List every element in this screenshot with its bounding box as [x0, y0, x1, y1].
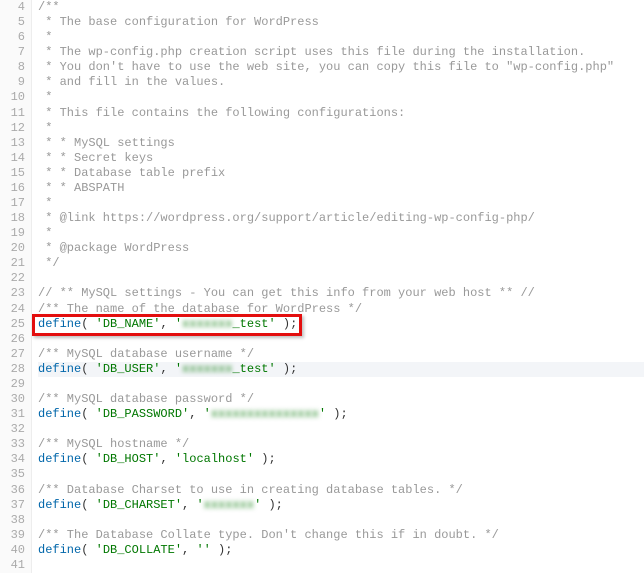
line-number: 21: [0, 256, 31, 271]
blank-line: [38, 467, 644, 482]
define-db-charset: define( 'DB_CHARSET', 'xxxxxxx' );: [38, 498, 644, 513]
line-number: 6: [0, 30, 31, 45]
line-number: 11: [0, 106, 31, 121]
line-number: 13: [0, 136, 31, 151]
line-number: 12: [0, 121, 31, 136]
comment: /**: [38, 0, 60, 14]
comment: * The wp-config.php creation script uses…: [38, 45, 585, 59]
define-db-password: define( 'DB_PASSWORD', 'xxxxxxxxxxxxxxx'…: [38, 407, 644, 422]
comment: * and fill in the values.: [38, 75, 225, 89]
blank-line: [38, 377, 644, 392]
line-number: 33: [0, 437, 31, 452]
comment: * @link https://wordpress.org/support/ar…: [38, 211, 535, 225]
comment: // ** MySQL settings - You can get this …: [38, 286, 535, 300]
line-number: 7: [0, 45, 31, 60]
comment: * * Database table prefix: [38, 166, 225, 180]
comment: /** The name of the database for WordPre…: [38, 302, 362, 316]
line-number: 26: [0, 332, 31, 347]
line-number: 15: [0, 166, 31, 181]
line-number: 8: [0, 60, 31, 75]
line-number: 40: [0, 543, 31, 558]
line-number: 24: [0, 302, 31, 317]
comment: /** The Database Collate type. Don't cha…: [38, 528, 499, 542]
comment: * * Secret keys: [38, 151, 153, 165]
line-number: 18: [0, 211, 31, 226]
line-number: 36: [0, 483, 31, 498]
comment: /** MySQL hostname */: [38, 437, 189, 451]
line-number: 35: [0, 467, 31, 482]
comment: * The base configuration for WordPress: [38, 15, 319, 29]
comment: * You don't have to use the web site, yo…: [38, 60, 614, 74]
line-number: 41: [0, 558, 31, 573]
define-db-host: define( 'DB_HOST', 'localhost' );: [38, 452, 644, 467]
line-number: 37: [0, 498, 31, 513]
comment: /** Database Charset to use in creating …: [38, 483, 463, 497]
comment: /** MySQL database password */: [38, 392, 254, 406]
line-number: 10: [0, 90, 31, 105]
comment: */: [38, 256, 60, 270]
blank-line: [38, 558, 644, 573]
line-number: 32: [0, 422, 31, 437]
blank-line: [38, 332, 644, 347]
line-number: 5: [0, 15, 31, 30]
line-number: 29: [0, 377, 31, 392]
comment: * @package WordPress: [38, 241, 189, 255]
line-number: 27: [0, 347, 31, 362]
line-number: 31: [0, 407, 31, 422]
line-number: 38: [0, 513, 31, 528]
comment: * This file contains the following confi…: [38, 106, 405, 120]
comment: *: [38, 30, 52, 44]
comment: *: [38, 196, 52, 210]
line-number: 14: [0, 151, 31, 166]
line-number: 25: [0, 317, 31, 332]
line-number: 20: [0, 241, 31, 256]
blank-line: [38, 422, 644, 437]
line-number: 17: [0, 196, 31, 211]
line-number: 28: [0, 362, 31, 377]
define-db-collate: define( 'DB_COLLATE', '' );: [38, 543, 644, 558]
line-number: 9: [0, 75, 31, 90]
blank-line: [38, 271, 644, 286]
comment: *: [38, 121, 52, 135]
comment: *: [38, 90, 52, 104]
line-number: 16: [0, 181, 31, 196]
line-number-gutter: 4567891011121314151617181920212223242526…: [0, 0, 32, 573]
blank-line: [38, 513, 644, 528]
comment: *: [38, 226, 52, 240]
define-db-user: define( 'DB_USER', 'xxxxxxx_test' );: [38, 362, 644, 377]
line-number: 22: [0, 271, 31, 286]
code-editor: 4567891011121314151617181920212223242526…: [0, 0, 644, 573]
line-number: 34: [0, 452, 31, 467]
comment: /** MySQL database username */: [38, 347, 254, 361]
line-number: 4: [0, 0, 31, 15]
line-number: 30: [0, 392, 31, 407]
line-number: 39: [0, 528, 31, 543]
code-area[interactable]: /** * The base configuration for WordPre…: [32, 0, 644, 573]
comment: * * MySQL settings: [38, 136, 175, 150]
line-number: 19: [0, 226, 31, 241]
comment: * * ABSPATH: [38, 181, 124, 195]
line-number: 23: [0, 286, 31, 301]
define-db-name: define( 'DB_NAME', 'xxxxxxx_test' );: [38, 317, 644, 332]
